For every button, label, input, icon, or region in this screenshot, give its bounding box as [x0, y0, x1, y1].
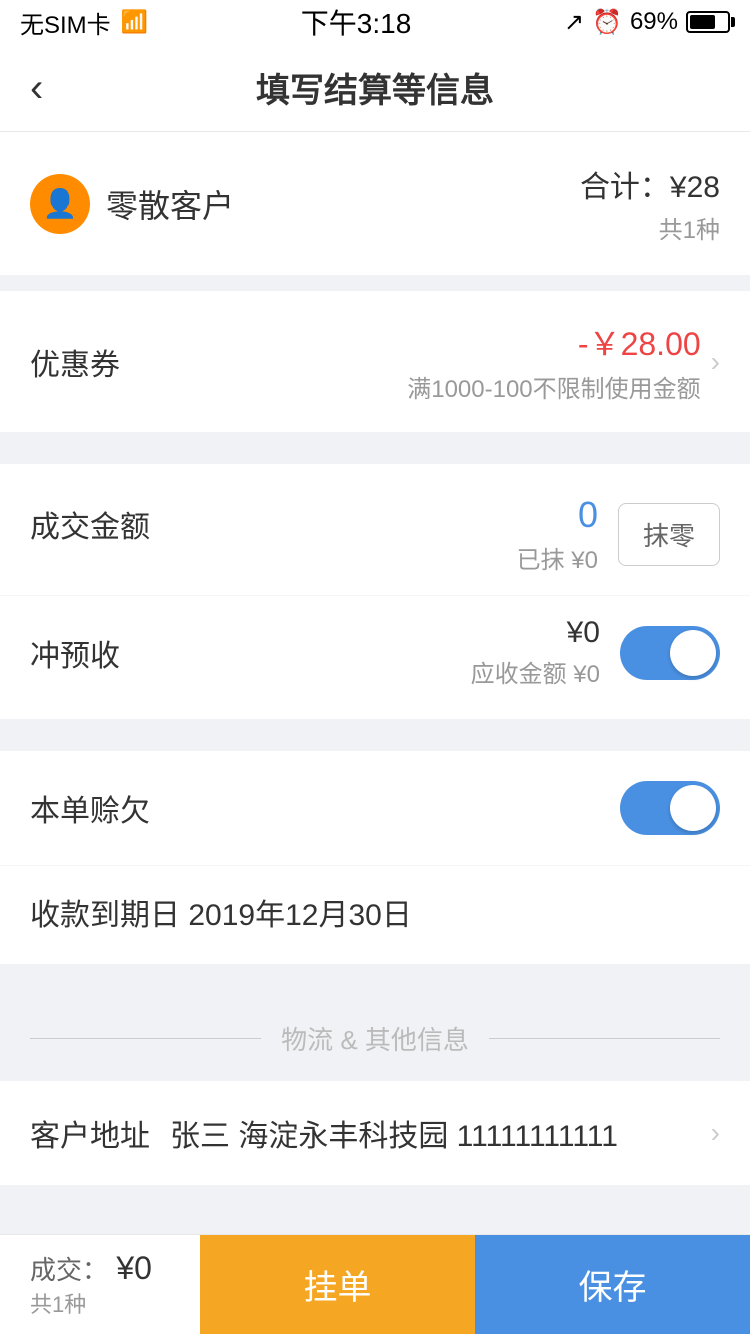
page-title: 填写结算等信息: [256, 63, 494, 112]
prepay-right: ¥0 应收金额 ¥0: [471, 616, 720, 689]
coupon-info: -￥28.00 满1000-100不限制使用金额: [407, 319, 700, 404]
debt-section: 本单赊欠 收款到期日 2019年12月30日: [0, 751, 750, 964]
bottom-count: 共1种: [30, 1287, 170, 1319]
customer-left: 👤 零散客户: [30, 174, 234, 234]
debt-row: 本单赊欠: [0, 751, 750, 865]
address-label: 客户地址: [30, 1111, 150, 1155]
transaction-right: 0 已抹 ¥0 抹零: [517, 494, 720, 575]
address-value: 张三 海淀永丰科技园 11111111111: [170, 1111, 711, 1155]
coupon-discount: -￥28.00: [407, 319, 700, 365]
debt-toggle-knob: [670, 785, 716, 831]
section-divider-3: [0, 980, 750, 996]
logistics-section: 物流 & 其他信息: [0, 996, 750, 1081]
address-section[interactable]: 客户地址 张三 海淀永丰科技园 11111111111 ›: [0, 1081, 750, 1185]
coupon-section[interactable]: 优惠券 -￥28.00 满1000-100不限制使用金额 ›: [0, 291, 750, 432]
prepay-amount: ¥0: [471, 616, 600, 650]
section-divider-2: [0, 735, 750, 751]
wifi-icon: 📶: [121, 9, 148, 35]
bottom-bar: 成交： ¥0 共1种 挂单 保存: [0, 1234, 750, 1334]
due-date-row: 收款到期日 2019年12月30日: [0, 865, 750, 964]
logistics-line-right: [489, 1038, 720, 1039]
customer-section: 👤 零散客户 合计：¥28 共1种: [0, 132, 750, 275]
status-right: ↗ ⏰ 69%: [564, 8, 730, 37]
transaction-amount: 0: [517, 494, 598, 536]
signal-text: 无SIM卡: [20, 5, 111, 40]
alarm-icon: ⏰: [592, 8, 622, 37]
avatar-icon: 👤: [43, 187, 78, 220]
due-date-label: 收款到期日: [30, 899, 180, 932]
transaction-row: 成交金额 0 已抹 ¥0 抹零: [0, 464, 750, 585]
status-left: 无SIM卡 📶: [20, 5, 148, 40]
save-button[interactable]: 保存: [475, 1235, 750, 1334]
toggle-knob: [670, 630, 716, 676]
address-chevron-icon: ›: [711, 1117, 720, 1149]
section-divider-1: [0, 448, 750, 464]
bottom-info: 成交： ¥0 共1种: [0, 1250, 200, 1319]
customer-avatar: 👤: [30, 174, 90, 234]
bottom-deal-amount: ¥0: [116, 1250, 152, 1286]
transaction-prepay-section: 成交金额 0 已抹 ¥0 抹零 冲预收 ¥0 应收金额 ¥0: [0, 464, 750, 719]
customer-count: 共1种: [580, 210, 720, 245]
transaction-amount-wrap: 0 已抹 ¥0: [517, 494, 598, 575]
nav-bar: ‹ 填写结算等信息: [0, 44, 750, 132]
coupon-desc: 满1000-100不限制使用金额: [407, 369, 700, 404]
due-date-value: 2019年12月30日: [188, 899, 411, 932]
logistics-label: 物流 & 其他信息: [281, 1020, 469, 1057]
prepay-row: 冲预收 ¥0 应收金额 ¥0: [0, 595, 750, 719]
transaction-label: 成交金额: [30, 494, 150, 546]
logistics-line-left: [30, 1038, 261, 1039]
back-button[interactable]: ‹: [30, 68, 43, 108]
customer-total: 合计：¥28: [580, 162, 720, 206]
location-icon: ↗: [564, 8, 584, 37]
status-bar: 无SIM卡 📶 下午3:18 ↗ ⏰ 69%: [0, 0, 750, 44]
prepay-amount-wrap: ¥0 应收金额 ¥0: [471, 616, 600, 689]
debt-label: 本单赊欠: [30, 786, 150, 830]
prepay-label: 冲预收: [30, 631, 120, 675]
battery-icon: [686, 11, 730, 33]
bottom-deal-row: 成交： ¥0: [30, 1250, 170, 1287]
coupon-label: 优惠券: [30, 340, 120, 384]
debt-toggle[interactable]: [620, 781, 720, 835]
hold-button[interactable]: 挂单: [200, 1235, 475, 1334]
customer-right: 合计：¥28 共1种: [580, 162, 720, 245]
status-time: 下午3:18: [301, 2, 412, 42]
content-area: 👤 零散客户 合计：¥28 共1种 优惠券 -￥28.00 满1000-100不…: [0, 132, 750, 1305]
prepay-toggle[interactable]: [620, 626, 720, 680]
chevron-right-icon: ›: [711, 346, 720, 378]
battery-text: 69%: [630, 8, 678, 36]
prepay-receivable: 应收金额 ¥0: [471, 654, 600, 689]
coupon-right: -￥28.00 满1000-100不限制使用金额 ›: [407, 319, 720, 404]
bottom-deal-label: 成交：: [30, 1255, 108, 1285]
transaction-deducted: 已抹 ¥0: [517, 540, 598, 575]
customer-name: 零散客户: [106, 181, 234, 227]
round-button[interactable]: 抹零: [618, 503, 720, 566]
battery-fill: [690, 15, 715, 29]
